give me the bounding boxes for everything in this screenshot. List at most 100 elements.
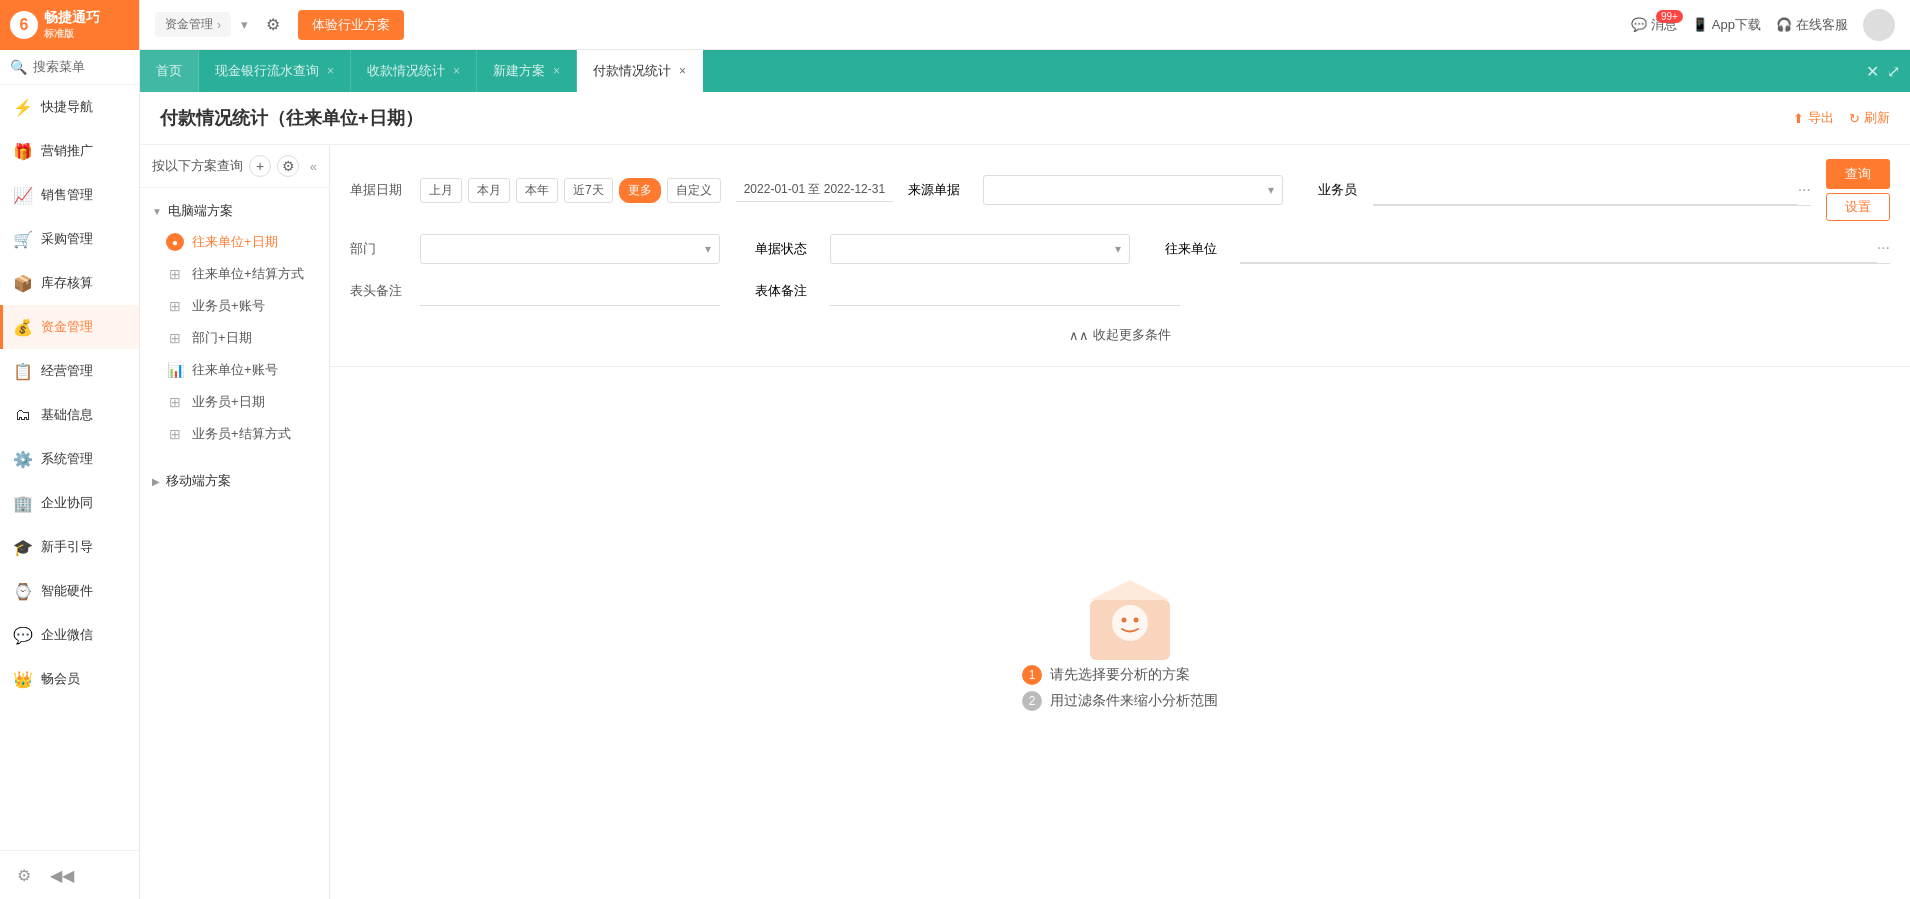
tree-item-unit-date[interactable]: ● 往来单位+日期 [140, 226, 329, 258]
data-area: 1 请先选择要分析的方案 2 用过滤条件来缩小分析范围 [330, 367, 1910, 899]
tree-item-staff-settle-label: 业务员+结算方式 [192, 425, 291, 443]
sidebar-item-finance[interactable]: 💰 资金管理 [0, 305, 139, 349]
tab-home[interactable]: 首页 [140, 50, 199, 92]
sidebar-item-inventory[interactable]: 📦 库存核算 [0, 261, 139, 305]
partner-input[interactable] [1240, 233, 1877, 263]
tab-payment-close[interactable]: × [679, 65, 686, 77]
table-icon-2: ⊞ [166, 297, 184, 315]
tree-item-staff-date-label: 业务员+日期 [192, 393, 265, 411]
sidebar-search[interactable]: 🔍 搜索菜单 [0, 50, 139, 85]
refresh-btn[interactable]: ↻ 刷新 [1849, 109, 1890, 127]
date-btn-custom[interactable]: 自定义 [667, 178, 721, 203]
chat-icon: 💬 [1631, 17, 1647, 32]
app-download[interactable]: 📱 App下载 [1692, 16, 1761, 34]
app-icon: 📱 [1692, 17, 1708, 32]
collapse-panel-btn[interactable]: « [310, 159, 317, 174]
wechat-icon: 💬 [13, 625, 33, 645]
tree-item-staff-settle[interactable]: ⊞ 业务员+结算方式 [140, 418, 329, 450]
date-range-value[interactable]: 2022-01-01 至 2022-12-31 [736, 178, 893, 202]
date-btn-thismonth[interactable]: 本月 [468, 178, 510, 203]
dept-select[interactable]: ▾ [420, 234, 720, 264]
date-btn-thisyear[interactable]: 本年 [516, 178, 558, 203]
online-service[interactable]: 🎧 在线客服 [1776, 16, 1848, 34]
sidebar-item-wechat[interactable]: 💬 企业微信 [0, 613, 139, 657]
app-download-label: App下载 [1712, 16, 1761, 34]
settings-footer-icon[interactable]: ⚙ [10, 861, 38, 889]
date-btn-lastmonth[interactable]: 上月 [420, 178, 462, 203]
empty-hint-1: 1 请先选择要分析的方案 [1022, 665, 1218, 685]
desktop-section-title[interactable]: ▼ 电脑端方案 [140, 196, 329, 226]
sidebar-item-quicknav[interactable]: ⚡ 快捷导航 [0, 85, 139, 129]
collapse-label: 收起更多条件 [1093, 326, 1171, 344]
content-area: 付款情况统计（往来单位+日期） ⬆ 导出 ↻ 刷新 按以下方案查询 + [140, 92, 1910, 899]
sidebar-item-hardware[interactable]: ⌚ 智能硬件 [0, 569, 139, 613]
header-note-input[interactable] [420, 276, 720, 306]
svg-point-2 [1112, 605, 1148, 641]
sidebar-item-basics[interactable]: 🗂 基础信息 [0, 393, 139, 437]
breadcrumb-text: 资金管理 [165, 16, 213, 33]
sidebar-item-system[interactable]: ⚙️ 系统管理 [0, 437, 139, 481]
notifications[interactable]: 💬 消息 99+ [1631, 16, 1677, 34]
sidebar-item-marketing[interactable]: 🎁 营销推广 [0, 129, 139, 173]
source-label: 来源单据 [908, 181, 968, 199]
tab-bank[interactable]: 现金银行流水查询 × [199, 50, 351, 92]
sidebar-item-member[interactable]: 👑 畅会员 [0, 657, 139, 701]
tab-receivable-close[interactable]: × [453, 65, 460, 77]
voucher-status-select[interactable]: ▾ [830, 234, 1130, 264]
sidebar-item-operations[interactable]: 📋 经营管理 [0, 349, 139, 393]
tree-item-unit-account[interactable]: 📊 往来单位+账号 [140, 354, 329, 386]
partner-dots[interactable]: ··· [1877, 239, 1890, 257]
sidebar-nav: ⚡ 快捷导航 🎁 营销推广 📈 销售管理 🛒 采购管理 📦 库存核算 💰 资金管… [0, 85, 139, 850]
collapse-sidebar-icon[interactable]: ◀◀ [48, 861, 76, 889]
tree-item-staff-account[interactable]: ⊞ 业务员+账号 [140, 290, 329, 322]
staff-input[interactable] [1373, 175, 1798, 205]
sidebar-item-operations-label: 经营管理 [41, 362, 93, 380]
mobile-section-title[interactable]: ▶ 移动端方案 [140, 466, 329, 496]
sidebar-item-sales[interactable]: 📈 销售管理 [0, 173, 139, 217]
panel-header-label: 按以下方案查询 [152, 157, 243, 175]
tabbar: 首页 现金银行流水查询 × 收款情况统计 × 新建方案 × 付款情况统计 × ✕… [140, 50, 1910, 92]
scheme-settings-btn[interactable]: ⚙ [277, 155, 299, 177]
fullscreen-icon[interactable]: ⤢ [1887, 62, 1900, 81]
add-scheme-btn[interactable]: + [249, 155, 271, 177]
staff-dots[interactable]: ··· [1798, 181, 1811, 199]
sidebar-item-enterprise[interactable]: 🏢 企业协同 [0, 481, 139, 525]
member-icon: 👑 [13, 669, 33, 689]
tab-receivable[interactable]: 收款情况统计 × [351, 50, 477, 92]
date-btn-7days[interactable]: 近7天 [564, 178, 613, 203]
tab-new-close[interactable]: × [553, 65, 560, 77]
filter-settings-btn[interactable]: 设置 [1826, 193, 1890, 221]
source-select[interactable]: ▾ [983, 175, 1283, 205]
query-btn[interactable]: 查询 [1826, 159, 1890, 189]
tree-item-unit-settle[interactable]: ⊞ 往来单位+结算方式 [140, 258, 329, 290]
tab-payment[interactable]: 付款情况统计 × [577, 50, 703, 92]
user-avatar[interactable] [1863, 9, 1895, 41]
sidebar-footer: ⚙ ◀◀ [0, 850, 139, 899]
left-panel: 按以下方案查询 + ⚙ « ▼ 电脑端方案 ● [140, 145, 330, 899]
breadcrumb: 资金管理 › [155, 12, 231, 37]
trial-btn[interactable]: 体验行业方案 [298, 10, 404, 40]
collapse-more-btn[interactable]: ∧∧ 收起更多条件 [350, 318, 1890, 352]
export-btn[interactable]: ⬆ 导出 [1793, 109, 1834, 127]
date-btn-more[interactable]: 更多 [619, 178, 661, 203]
topbar-settings-icon[interactable]: ⚙ [258, 10, 288, 40]
header-note-label: 表头备注 [350, 282, 405, 300]
filter-row-1: 单据日期 上月 本月 本年 近7天 更多 自定义 2022-01-01 至 20… [350, 159, 1890, 221]
sidebar-logo: 6 畅捷通巧 标准版 [0, 0, 139, 50]
dropdown-arrow[interactable]: ▾ [241, 17, 248, 32]
tree-item-dept-date[interactable]: ⊞ 部门+日期 [140, 322, 329, 354]
sidebar-item-guide[interactable]: 🎓 新手引导 [0, 525, 139, 569]
hint-num-1: 1 [1022, 665, 1042, 685]
sidebar-item-hardware-label: 智能硬件 [41, 582, 93, 600]
empty-hints: 1 请先选择要分析的方案 2 用过滤条件来缩小分析范围 [1022, 665, 1218, 711]
tree-item-staff-date[interactable]: ⊞ 业务员+日期 [140, 386, 329, 418]
tab-bank-close[interactable]: × [327, 65, 334, 77]
sidebar-item-inventory-label: 库存核算 [41, 274, 93, 292]
sidebar-item-purchase[interactable]: 🛒 采购管理 [0, 217, 139, 261]
tab-new[interactable]: 新建方案 × [477, 50, 577, 92]
tree-item-unit-account-label: 往来单位+账号 [192, 361, 278, 379]
sidebar-item-basics-label: 基础信息 [41, 406, 93, 424]
body-note-input[interactable] [830, 276, 1180, 306]
quicknav-icon: ⚡ [13, 97, 33, 117]
close-all-icon[interactable]: ✕ [1866, 62, 1879, 81]
